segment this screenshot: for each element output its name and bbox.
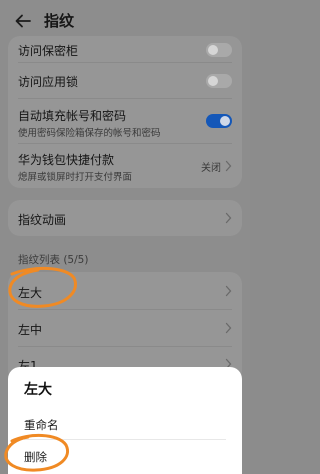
row-label: 访问应用锁 bbox=[18, 75, 79, 89]
fingerprint-animation-label: 指纹动画 bbox=[18, 213, 67, 227]
row-label: 华为钱包快捷付款 bbox=[18, 153, 115, 167]
secure-box-row[interactable]: 访问保密柜 bbox=[8, 36, 242, 62]
fingerprint-list-card: 左大 左中 左1 bbox=[8, 272, 242, 382]
divider bbox=[24, 439, 226, 440]
fingerprint-list-section-label: 指纹列表 (5/5) bbox=[18, 254, 89, 266]
wallet-quick-pay-value: 关闭 bbox=[201, 163, 221, 174]
chevron-right-icon bbox=[225, 285, 232, 297]
row-sublabel: 使用密码保险箱保存的帐号和密码 bbox=[18, 128, 161, 139]
fingerprint-item[interactable]: 左大 bbox=[8, 272, 242, 309]
sheet-title: 左大 bbox=[24, 382, 52, 398]
secure-box-toggle[interactable] bbox=[206, 43, 232, 57]
fingerprint-item[interactable]: 左中 bbox=[8, 310, 242, 346]
wallet-quick-pay-row[interactable]: 华为钱包快捷付款 熄屏或锁屏时打开支付界面 关闭 bbox=[8, 144, 242, 188]
fingerprint-item-label: 左中 bbox=[18, 323, 43, 337]
autofill-toggle[interactable] bbox=[206, 114, 232, 128]
rename-option[interactable]: 重命名 bbox=[24, 417, 59, 433]
header: 指纹 bbox=[0, 0, 250, 40]
app-lock-row[interactable]: 访问应用锁 bbox=[8, 63, 242, 97]
fingerprint-usage-card: 访问保密柜 访问应用锁 自动填充帐号和密码 使用密码保险箱保存的帐号和密码 华为… bbox=[8, 36, 242, 188]
fingerprint-options-sheet: 左大 重命名 删除 bbox=[8, 367, 242, 474]
app-lock-toggle[interactable] bbox=[206, 74, 232, 88]
chevron-right-icon bbox=[225, 160, 232, 172]
page-title: 指纹 bbox=[44, 12, 75, 30]
fingerprint-item-label: 左大 bbox=[18, 286, 43, 300]
toggle-knob bbox=[208, 45, 218, 55]
autofill-row[interactable]: 自动填充帐号和密码 使用密码保险箱保存的帐号和密码 bbox=[8, 99, 242, 143]
fingerprint-animation-card[interactable]: 指纹动画 bbox=[8, 200, 242, 236]
toggle-knob bbox=[220, 116, 230, 126]
toggle-knob bbox=[208, 76, 218, 86]
fingerprint-settings-screen: 指纹 访问保密柜 访问应用锁 自动填充帐号和密码 使用密码保险箱保存的帐号和密码… bbox=[0, 0, 250, 474]
chevron-right-icon bbox=[225, 322, 232, 334]
row-label: 访问保密柜 bbox=[18, 44, 79, 58]
row-sublabel: 熄屏或锁屏时打开支付界面 bbox=[18, 172, 133, 183]
row-label: 自动填充帐号和密码 bbox=[18, 109, 127, 123]
back-arrow-icon[interactable] bbox=[14, 12, 32, 30]
chevron-right-icon bbox=[225, 212, 232, 224]
delete-option[interactable]: 删除 bbox=[24, 449, 47, 465]
